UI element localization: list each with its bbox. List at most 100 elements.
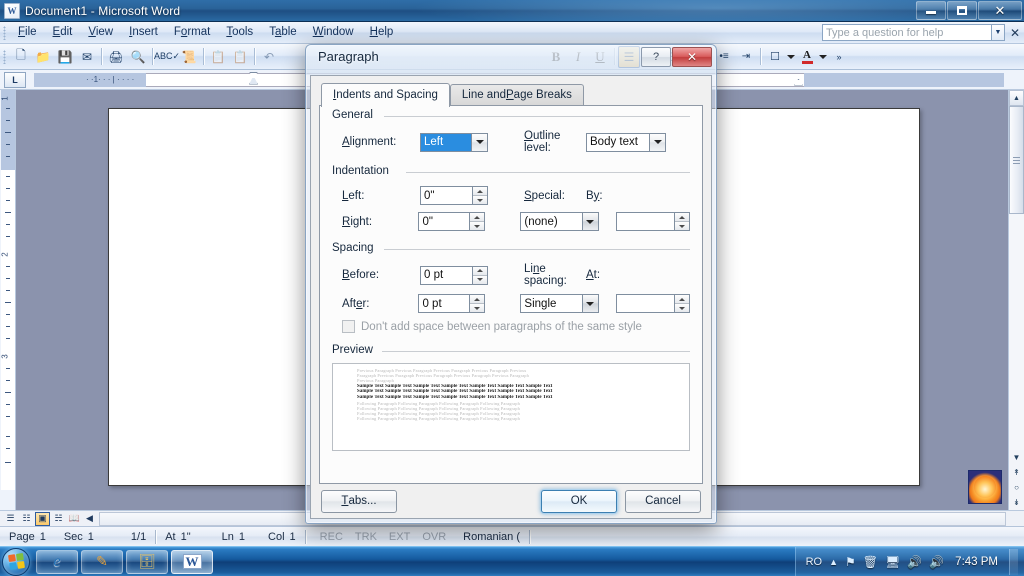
dialog-close-button[interactable]: ✕ [672,47,712,67]
spin-up-icon[interactable] [470,213,485,222]
toolbar-overflow-icon[interactable]: » [828,46,850,68]
menu-view[interactable]: View [80,23,121,42]
status-rec[interactable]: REC [320,531,343,543]
alignment-value[interactable]: Left [420,132,471,152]
previous-page-icon[interactable]: ↟ [1009,465,1024,480]
select-browse-object-icon[interactable]: ○ [1009,480,1024,495]
spin-down-icon[interactable] [675,222,689,230]
taskbar-clock[interactable]: 7:43 PM [951,556,1002,568]
spacing-before-value[interactable]: 0 pt [420,265,472,285]
close-taskpane-icon[interactable]: ✕ [1010,26,1020,40]
outline-level-value[interactable]: Body text [586,132,649,152]
spin-up-icon[interactable] [470,295,485,304]
flag-error-icon[interactable]: ⚑ [845,555,856,569]
print-preview-icon[interactable]: 🔍 [127,46,149,68]
taskbar-paint[interactable]: ✎ [81,549,123,574]
at-value[interactable] [616,294,674,313]
special-dropdown-icon[interactable] [581,212,599,231]
chevron-up-icon[interactable]: ▲ [829,557,838,567]
indent-left-spin-buttons[interactable] [472,186,488,205]
scroll-left-icon[interactable]: ◀ [82,512,97,526]
help-dropdown-icon[interactable]: ▼ [991,24,1005,41]
indent-left-spinner[interactable]: 0" [420,186,488,205]
status-language[interactable]: Romanian ( [455,531,529,543]
spin-down-icon[interactable] [675,304,689,312]
print-icon[interactable]: 🖨 [105,46,127,68]
network-icon[interactable]: 🖥 [885,555,900,569]
cancel-button[interactable]: Cancel [625,489,701,513]
font-color-dropdown-icon[interactable] [818,46,828,68]
new-document-icon[interactable]: 🗋 [10,46,32,68]
show-desktop-button[interactable] [1009,548,1018,575]
alignment-combo[interactable]: Left [420,132,488,152]
by-value[interactable] [616,212,674,231]
open-folder-icon[interactable]: 📁 [32,46,54,68]
outline-view-icon[interactable]: ☵ [51,512,66,526]
volume-icon[interactable]: 🔊 [907,555,922,569]
font-color-icon[interactable]: A [796,46,818,68]
tab-line-and-page-breaks[interactable]: Line and Page Breaks [449,84,584,105]
help-question-input[interactable]: Type a question for help [821,24,992,41]
research-icon[interactable]: 📜 [178,46,200,68]
language-indicator[interactable]: RO [806,556,823,568]
spin-up-icon[interactable] [675,213,689,222]
standard-toolbar-grip-icon[interactable] [3,49,6,64]
tab-indents-and-spacing[interactable]: Indents and Spacing [321,83,450,107]
copy-icon[interactable]: 📋 [207,46,229,68]
spin-up-icon[interactable] [473,266,487,276]
increase-indent-icon[interactable]: ⇥ [735,46,757,68]
minimize-button[interactable] [916,0,946,20]
spin-down-icon[interactable] [473,275,487,284]
at-spin-buttons[interactable] [674,294,690,313]
indent-right-spin-buttons[interactable] [469,212,486,231]
outline-level-combo[interactable]: Body text [586,132,666,152]
spelling-grammar-icon[interactable]: ABC✓ [154,46,180,68]
outline-level-dropdown-icon[interactable] [649,132,666,152]
start-orb-icon[interactable] [2,547,30,576]
tab-selector-icon[interactable]: L [4,71,26,88]
spin-down-icon[interactable] [470,222,485,230]
spacing-after-value[interactable]: 0 pt [418,294,470,313]
menu-help[interactable]: Help [362,23,402,42]
indent-right-spinner[interactable]: 0" [418,212,486,231]
next-page-icon[interactable]: ↡ [1009,495,1024,510]
menu-format[interactable]: Format [166,23,218,42]
dont-add-space-row[interactable]: Don't add space between paragraphs of th… [332,320,690,333]
document-graphic-thumbnail[interactable] [968,470,1002,504]
normal-view-icon[interactable]: ☰ [3,512,18,526]
menu-window[interactable]: Window [305,23,362,42]
special-combo[interactable]: (none) [520,212,599,231]
spin-up-icon[interactable] [675,295,689,304]
spin-down-icon[interactable] [470,304,485,312]
dont-add-space-checkbox[interactable] [342,320,355,333]
action-center-icon[interactable]: 🗑 [863,555,878,569]
menu-table[interactable]: Table [261,23,305,42]
paste-icon[interactable]: 📋 [229,46,251,68]
borders-dropdown-icon[interactable] [786,46,796,68]
tabs-button[interactable]: Tabs... [321,489,397,513]
spin-up-icon[interactable] [473,187,487,196]
status-trk[interactable]: TRK [355,531,377,543]
reading-layout-icon[interactable]: 📖 [67,512,82,526]
scrollbar-thumb[interactable] [1009,106,1024,214]
by-spin-buttons[interactable] [674,212,690,231]
at-spinner[interactable] [616,294,690,313]
spacing-after-spinner[interactable]: 0 pt [418,294,486,313]
taskbar-microsoft-word[interactable]: W [171,549,213,574]
spacing-before-spin-buttons[interactable] [472,265,488,285]
maximize-button[interactable] [947,0,977,20]
by-spinner[interactable] [616,212,690,231]
scrollbar-track[interactable] [1009,214,1024,450]
dialog-help-button[interactable]: ? [641,47,671,67]
vertical-ruler[interactable]: 1 2 3 [0,90,16,510]
menu-tools[interactable]: Tools [218,23,261,42]
scroll-down-icon[interactable]: ▼ [1009,450,1024,465]
close-button[interactable]: ✕ [978,0,1022,20]
spin-down-icon[interactable] [473,196,487,204]
borders-icon[interactable]: ☐ [764,46,786,68]
ok-button[interactable]: OK [541,489,617,513]
menu-edit[interactable]: Edit [45,23,81,42]
web-layout-view-icon[interactable]: ☷ [19,512,34,526]
save-icon[interactable]: 💾 [54,46,76,68]
vertical-scrollbar[interactable]: ▲ ▼ ↟ ○ ↡ [1008,90,1024,510]
